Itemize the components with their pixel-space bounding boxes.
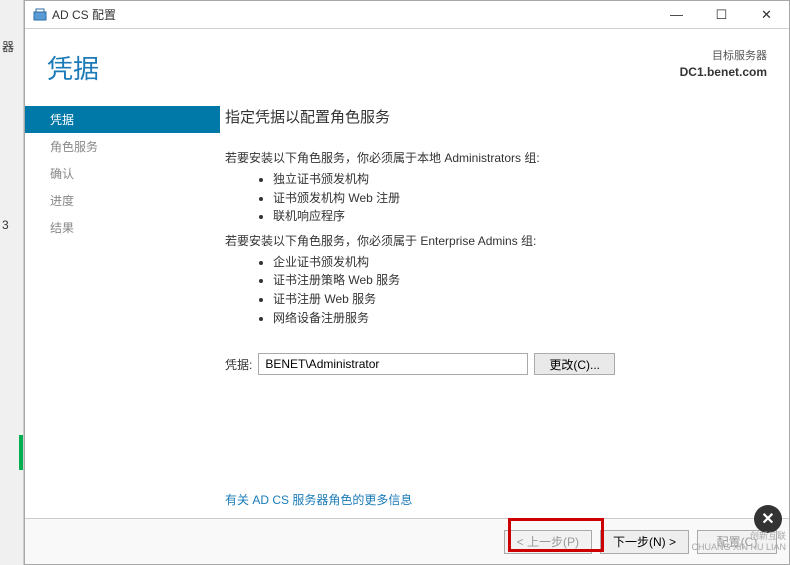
previous-button[interactable]: < 上一步(P) xyxy=(504,530,592,554)
paragraph-admins: 若要安装以下角色服务，你必须属于本地 Administrators 组: xyxy=(225,149,761,166)
watermark-icon: ✕ xyxy=(754,505,782,533)
list-item: 网络设备注册服务 xyxy=(273,309,761,328)
content-title: 指定凭据以配置角色服务 xyxy=(225,106,761,127)
list-item: 证书注册策略 Web 服务 xyxy=(273,271,761,290)
list-item: 联机响应程序 xyxy=(273,207,761,226)
minimize-button[interactable]: — xyxy=(654,1,699,29)
wizard-footer: < 上一步(P) 下一步(N) > 配置(C) xyxy=(25,518,789,564)
list-item: 证书颁发机构 Web 注册 xyxy=(273,189,761,208)
main-area: 凭据 角色服务 确认 进度 结果 指定凭据以配置角色服务 若要安装以下角色服务，… xyxy=(25,96,789,518)
close-button[interactable]: ✕ xyxy=(744,1,789,29)
sidebar-item-label: 角色服务 xyxy=(50,140,98,154)
credentials-input[interactable] xyxy=(258,353,528,375)
sidebar-item-label: 确认 xyxy=(50,167,74,181)
list-item: 独立证书颁发机构 xyxy=(273,170,761,189)
sidebar-item-role-services[interactable]: 角色服务 xyxy=(25,133,220,160)
maximize-button[interactable]: ☐ xyxy=(699,1,744,29)
paragraph-enterprise: 若要安装以下角色服务，你必须属于 Enterprise Admins 组: xyxy=(225,232,761,249)
more-info-link[interactable]: 有关 AD CS 服务器角色的更多信息 xyxy=(225,491,412,508)
sidebar-item-confirm[interactable]: 确认 xyxy=(25,160,220,187)
credentials-row: 凭据: 更改(C)... xyxy=(225,353,761,375)
sidebar-item-progress[interactable]: 进度 xyxy=(25,187,220,214)
change-credentials-button[interactable]: 更改(C)... xyxy=(534,353,615,375)
sidebar: 凭据 角色服务 确认 进度 结果 xyxy=(25,96,220,518)
sidebar-item-credentials[interactable]: 凭据 xyxy=(25,106,220,133)
watermark-text: 创新互联 CHUANG XIN HU LIAN xyxy=(691,531,786,553)
left-edge-label: 器 xyxy=(2,38,14,55)
watermark-line1: 创新互联 xyxy=(691,531,786,542)
sidebar-item-label: 结果 xyxy=(50,221,74,235)
wizard-window: AD CS 配置 — ☐ ✕ 凭据 目标服务器 DC1.benet.com 凭据… xyxy=(24,0,790,565)
next-button[interactable]: 下一步(N) > xyxy=(600,530,689,554)
list-item: 证书注册 Web 服务 xyxy=(273,290,761,309)
left-edge-panel: 器 3 xyxy=(0,0,24,565)
list-enterprise: 企业证书颁发机构 证书注册策略 Web 服务 证书注册 Web 服务 网络设备注… xyxy=(273,253,761,327)
header-area: 凭据 目标服务器 DC1.benet.com xyxy=(25,29,789,96)
page-heading: 凭据 xyxy=(47,49,99,86)
left-edge-label2: 3 xyxy=(2,218,9,232)
credentials-label: 凭据: xyxy=(225,356,252,373)
list-admins: 独立证书颁发机构 证书颁发机构 Web 注册 联机响应程序 xyxy=(273,170,761,226)
titlebar: AD CS 配置 — ☐ ✕ xyxy=(25,1,789,29)
target-server-label: 目标服务器 xyxy=(680,49,767,64)
target-server-name: DC1.benet.com xyxy=(680,64,767,81)
window-title: AD CS 配置 xyxy=(52,6,654,23)
target-server-info: 目标服务器 DC1.benet.com xyxy=(680,49,767,81)
content-pane: 指定凭据以配置角色服务 若要安装以下角色服务，你必须属于本地 Administr… xyxy=(220,96,789,518)
list-item: 企业证书颁发机构 xyxy=(273,253,761,272)
watermark-line2: CHUANG XIN HU LIAN xyxy=(691,542,786,553)
app-icon xyxy=(33,8,47,22)
sidebar-item-label: 凭据 xyxy=(50,113,74,127)
left-edge-accent xyxy=(19,435,23,470)
titlebar-controls: — ☐ ✕ xyxy=(654,1,789,29)
sidebar-item-results[interactable]: 结果 xyxy=(25,214,220,241)
sidebar-item-label: 进度 xyxy=(50,194,74,208)
